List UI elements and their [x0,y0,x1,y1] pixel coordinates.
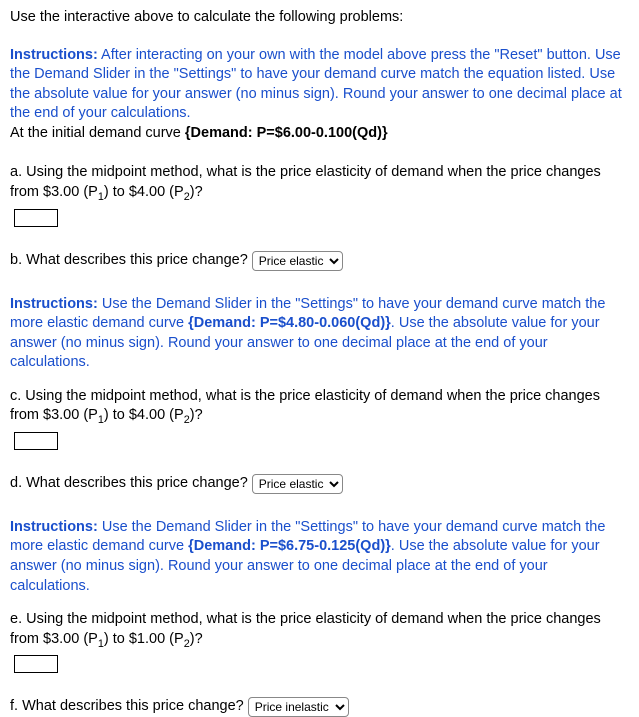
answer-input-e[interactable] [14,655,58,673]
instructions-block-2: Instructions: Use the Demand Slider in t… [10,295,629,373]
question-f: f. What describes this price change? Pri… [10,697,629,717]
answer-input-c[interactable] [14,432,58,450]
dropdown-f[interactable]: Price inelastic [248,697,349,717]
dropdown-b[interactable]: Price elastic [252,251,343,271]
question-c: c. Using the midpoint method, what is th… [10,387,629,450]
instructions-label: Instructions: [10,47,98,63]
intro-text: Use the interactive above to calculate t… [10,8,629,28]
demand-curve-3: {Demand: P=$6.75-0.125(Qd)} [188,538,391,554]
question-d-text: d. What describes this price change? [10,474,248,494]
question-d: d. What describes this price change? Pri… [10,474,629,494]
question-f-text: f. What describes this price change? [10,697,244,717]
instructions-block-3: Instructions: Use the Demand Slider in t… [10,518,629,596]
answer-input-a[interactable] [14,209,58,227]
dropdown-d[interactable]: Price elastic [252,474,343,494]
instructions-label: Instructions: [10,296,98,312]
question-a: a. Using the midpoint method, what is th… [10,163,629,226]
instructions-text: After interacting on your own with the m… [10,47,622,122]
question-a-text: a. Using the midpoint method, what is th… [10,163,629,204]
instructions-block-1: Instructions: After interacting on your … [10,46,629,144]
demand-curve-2: {Demand: P=$4.80-0.060(Qd)} [188,315,391,331]
instructions-label: Instructions: [10,519,98,535]
demand-curve-1: {Demand: P=$6.00-0.100(Qd)} [185,125,388,141]
question-e: e. Using the midpoint method, what is th… [10,610,629,673]
question-e-text: e. Using the midpoint method, what is th… [10,610,629,651]
curve-prefix: At the initial demand curve [10,125,185,141]
question-b-text: b. What describes this price change? [10,251,248,271]
question-c-text: c. Using the midpoint method, what is th… [10,387,629,428]
question-b: b. What describes this price change? Pri… [10,251,629,271]
